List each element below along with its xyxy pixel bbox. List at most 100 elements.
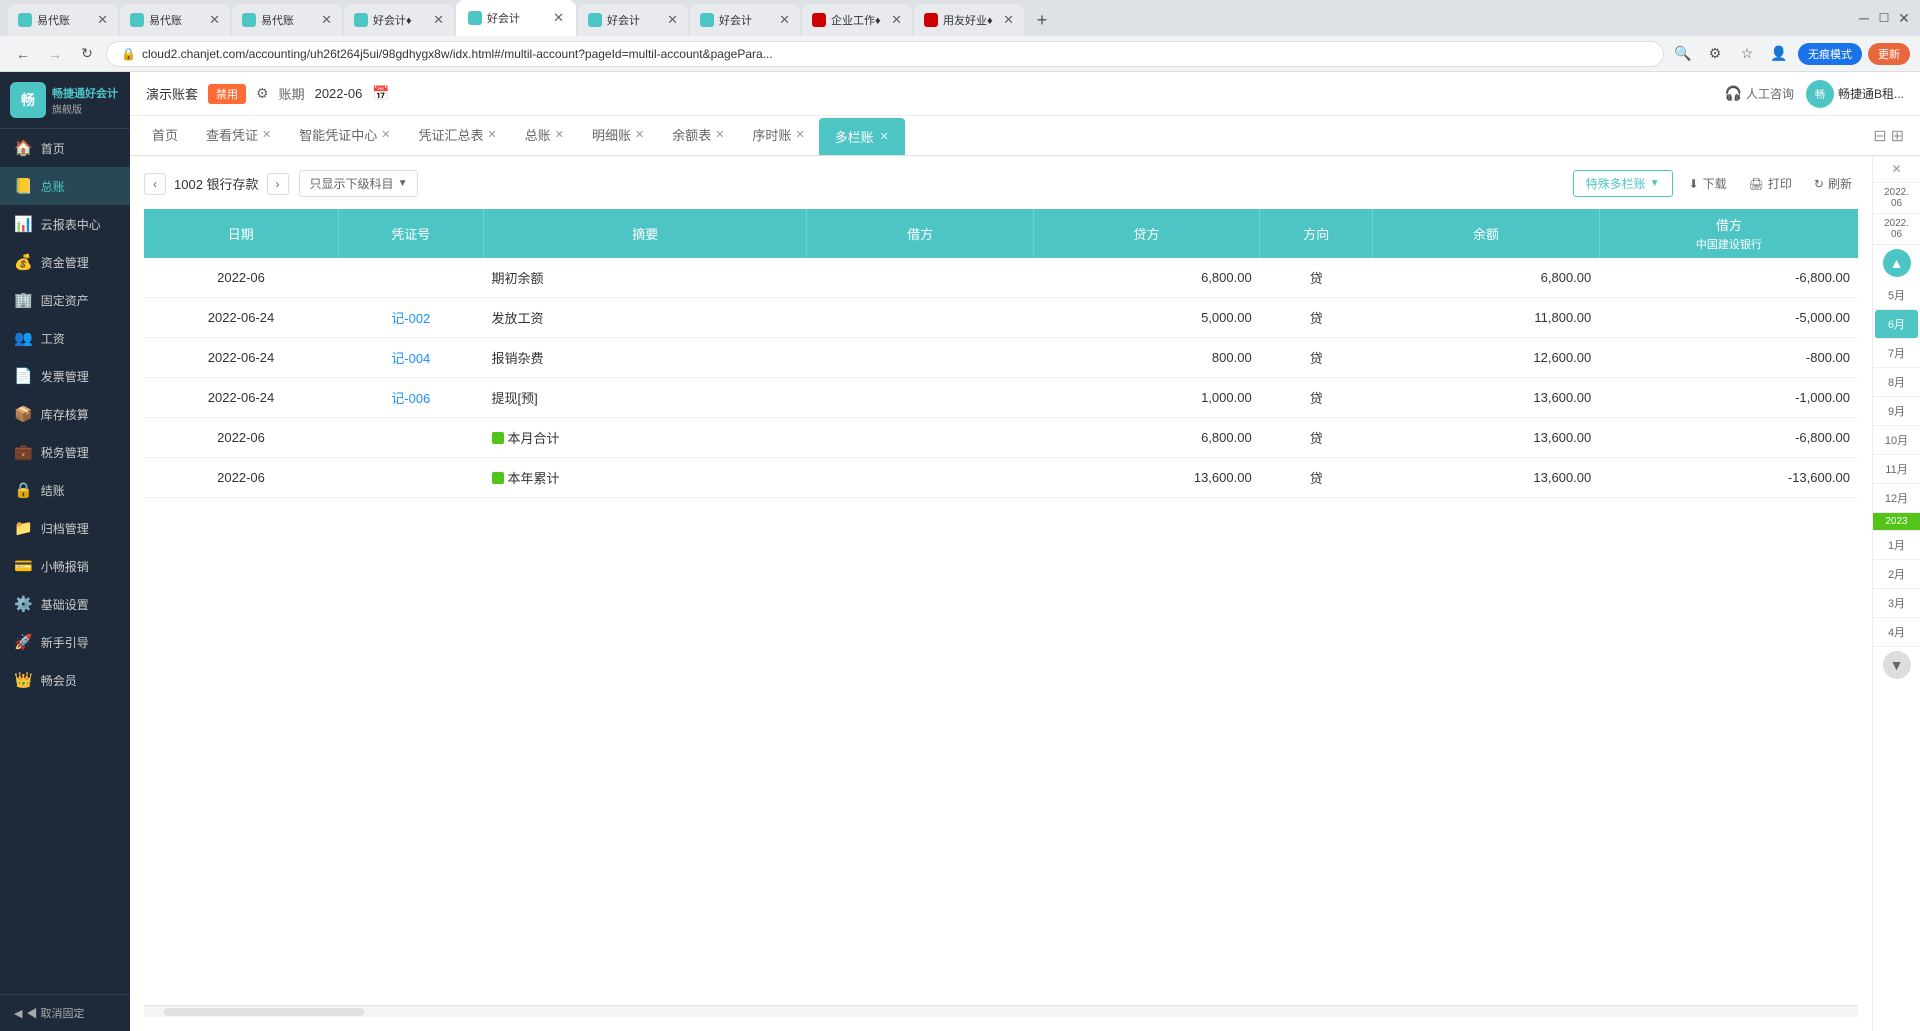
browser-tab-9[interactable]: 用友好业♦ ✕ (914, 4, 1024, 36)
sidebar-item-tax[interactable]: 💼 税务管理 (0, 433, 130, 471)
update-button[interactable]: 更新 (1868, 43, 1910, 65)
sidebar-item-funds[interactable]: 💰 资金管理 (0, 243, 130, 281)
browser-tab-1[interactable]: 易代账 ✕ (8, 4, 118, 36)
month-item-9[interactable]: 9月 (1873, 397, 1920, 426)
sidebar-unpin-button[interactable]: ◀ ◀ 取消固定 (0, 994, 130, 1031)
month-item-6[interactable]: 6月 (1875, 310, 1918, 339)
tab-smart-voucher[interactable]: 智能凭证中心 ✕ (285, 116, 404, 156)
tab1-close[interactable]: ✕ (97, 12, 108, 28)
tab-balance-close[interactable]: ✕ (715, 128, 724, 141)
minimize-button[interactable]: ─ (1856, 10, 1872, 26)
horizontal-scrollbar[interactable] (144, 1005, 1858, 1017)
voucher-link-004[interactable]: 记-004 (391, 351, 430, 366)
month-scroll-up-button[interactable]: ▲ (1883, 249, 1911, 277)
back-button[interactable]: ← (10, 41, 36, 67)
tab-voucher-close[interactable]: ✕ (262, 128, 271, 141)
refresh-button[interactable]: ↻ 刷新 (1808, 171, 1858, 196)
month-nav-close-button[interactable]: ✕ (1873, 156, 1920, 183)
sidebar-item-home[interactable]: 🏠 首页 (0, 129, 130, 167)
tab-multi-col[interactable]: 多栏账 ✕ (819, 118, 905, 156)
new-tab-button[interactable]: + (1026, 4, 1058, 36)
consultant-button[interactable]: 🎧 人工咨询 (1725, 85, 1794, 102)
gear-settings-icon[interactable]: ⚙ (256, 85, 269, 102)
month-item-2023-2[interactable]: 2月 (1873, 560, 1920, 589)
tab-voucher-summary[interactable]: 凭证汇总表 ✕ (404, 116, 510, 156)
month-item-10[interactable]: 10月 (1873, 426, 1920, 455)
sidebar-item-expense[interactable]: 💳 小畅报销 (0, 547, 130, 585)
sidebar-item-member[interactable]: 👑 畅会员 (0, 661, 130, 699)
download-button[interactable]: ⬇ 下载 (1683, 171, 1733, 196)
tab-voucher[interactable]: 查看凭证 ✕ (192, 116, 285, 156)
month-item-12[interactable]: 12月 (1873, 484, 1920, 513)
month-item-2023-1[interactable]: 1月 (1873, 531, 1920, 560)
tab-seq-ledger[interactable]: 序时账 ✕ (738, 116, 818, 156)
reload-button[interactable]: ↻ (74, 41, 100, 67)
sidebar-item-guide[interactable]: 🚀 新手引导 (0, 623, 130, 661)
browser-tab-8[interactable]: 企业工作♦ ✕ (802, 4, 912, 36)
sidebar-item-invoice[interactable]: 📄 发票管理 (0, 357, 130, 395)
close-window-button[interactable]: ✕ (1896, 10, 1912, 26)
profile-icon[interactable]: 👤 (1766, 41, 1792, 67)
sidebar-item-archive[interactable]: 📁 归档管理 (0, 509, 130, 547)
tab-balance[interactable]: 余额表 ✕ (658, 116, 738, 156)
tab-smart-voucher-close[interactable]: ✕ (381, 128, 390, 141)
tab9-close[interactable]: ✕ (1003, 12, 1014, 28)
browser-tab-3[interactable]: 易代账 ✕ (232, 4, 342, 36)
tab-home[interactable]: 首页 (138, 116, 192, 156)
user-profile-button[interactable]: 畅 畅捷通B租... (1806, 80, 1904, 108)
tab-general-ledger[interactable]: 总账 ✕ (511, 116, 578, 156)
tab5-close[interactable]: ✕ (553, 10, 564, 26)
sidebar-item-assets[interactable]: 🏢 固定资产 (0, 281, 130, 319)
month-item-7[interactable]: 7月 (1873, 339, 1920, 368)
tab7-close[interactable]: ✕ (779, 12, 790, 28)
month-item-2023-3[interactable]: 3月 (1873, 589, 1920, 618)
tab3-close[interactable]: ✕ (321, 12, 332, 28)
next-account-button[interactable]: › (267, 173, 289, 195)
sidebar-item-reports[interactable]: 📊 云报表中心 (0, 205, 130, 243)
maximize-button[interactable]: ☐ (1876, 10, 1892, 26)
filter-dropdown[interactable]: 只显示下级科目 ▼ (299, 170, 419, 197)
browser-tab-2[interactable]: 易代账 ✕ (120, 4, 230, 36)
month-item-2023-4[interactable]: 4月 (1873, 618, 1920, 647)
td-direction: 贷 (1260, 338, 1373, 378)
special-ledger-button[interactable]: 特殊多栏账 ▼ (1573, 170, 1673, 197)
settings-icon[interactable]: ⚙ (1702, 41, 1728, 67)
tab6-close[interactable]: ✕ (667, 12, 678, 28)
calendar-icon[interactable]: 📅 (372, 85, 389, 102)
tab2-close[interactable]: ✕ (209, 12, 220, 28)
voucher-link-006[interactable]: 记-006 (391, 391, 430, 406)
tab-general-ledger-close[interactable]: ✕ (555, 128, 564, 141)
browser-tab-4[interactable]: 好会计♦ ✕ (344, 4, 454, 36)
browser-tab-7[interactable]: 好会计 ✕ (690, 4, 800, 36)
month-scroll-down-button[interactable]: ▼ (1883, 651, 1911, 679)
month-item-5[interactable]: 5月 (1873, 281, 1920, 310)
bookmark-icon[interactable]: ☆ (1734, 41, 1760, 67)
tab-voucher-summary-close[interactable]: ✕ (488, 128, 497, 141)
month-item-11[interactable]: 11月 (1873, 455, 1920, 484)
voucher-link-002[interactable]: 记-002 (391, 311, 430, 326)
tab-seq-ledger-close[interactable]: ✕ (795, 128, 804, 141)
tab-multi-col-close[interactable]: ✕ (880, 130, 889, 143)
browser-tab-6[interactable]: 好会计 ✕ (578, 4, 688, 36)
incognito-button[interactable]: 无痕模式 (1798, 43, 1862, 65)
print-button[interactable]: 🖨 打印 (1743, 171, 1798, 196)
tab8-close[interactable]: ✕ (891, 12, 902, 28)
tab-collapse-button[interactable]: ⊟ ⊞ (1865, 126, 1912, 146)
tab-voucher-summary-label: 凭证汇总表 (418, 125, 483, 144)
sidebar-item-close[interactable]: 🔒 结账 (0, 471, 130, 509)
td-date: 2022-06 (144, 258, 338, 298)
sidebar-item-settings[interactable]: ⚙️ 基础设置 (0, 585, 130, 623)
tab4-close[interactable]: ✕ (433, 12, 444, 28)
sidebar-item-salary[interactable]: 👥 工资 (0, 319, 130, 357)
prev-account-button[interactable]: ‹ (144, 173, 166, 195)
search-icon[interactable]: 🔍 (1670, 41, 1696, 67)
month-item-8[interactable]: 8月 (1873, 368, 1920, 397)
browser-tab-5[interactable]: 好会计 ✕ (456, 0, 576, 36)
td-credit: 6,800.00 (1033, 258, 1259, 298)
forward-button[interactable]: → (42, 41, 68, 67)
tab-detail-ledger[interactable]: 明细账 ✕ (578, 116, 658, 156)
tab-detail-ledger-close[interactable]: ✕ (635, 128, 644, 141)
sidebar-item-inventory[interactable]: 📦 库存核算 (0, 395, 130, 433)
url-bar[interactable]: 🔒 cloud2.chanjet.com/accounting/uh26t264… (106, 41, 1664, 67)
sidebar-item-ledger[interactable]: 📒 总账 (0, 167, 130, 205)
